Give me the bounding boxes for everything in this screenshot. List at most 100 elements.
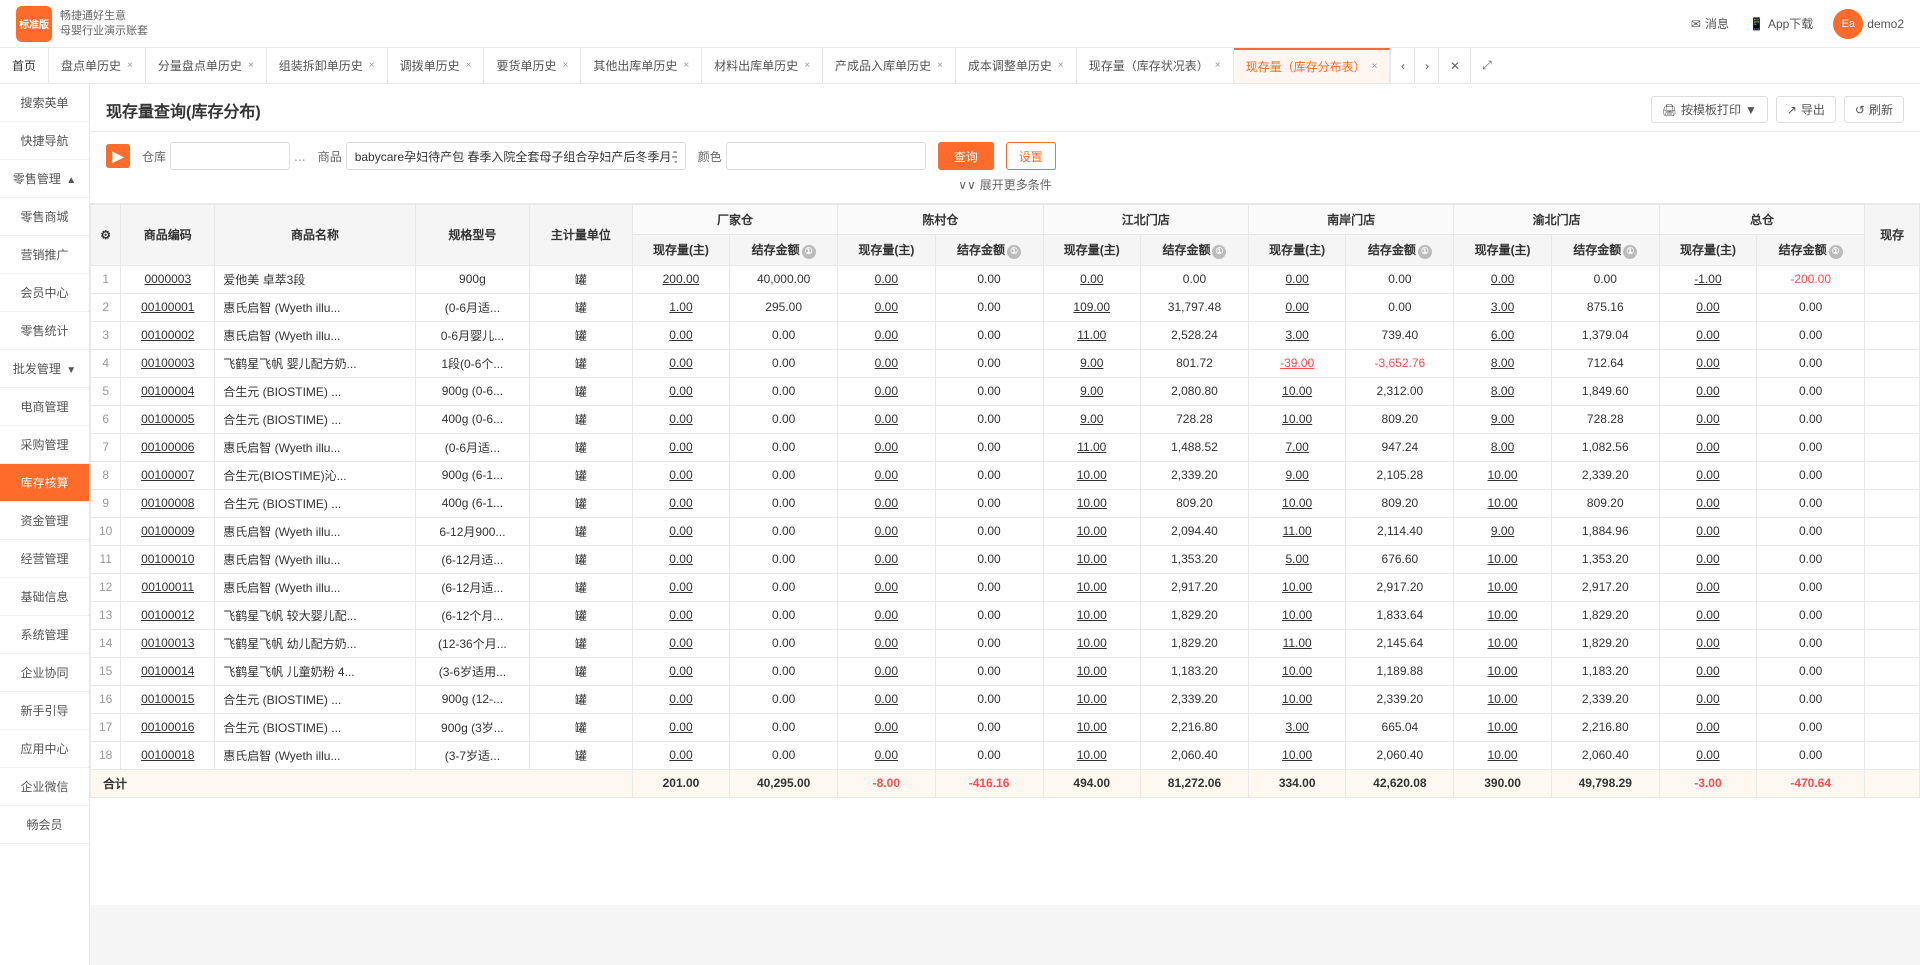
nav-expand-btn[interactable]: ⤢: [1470, 48, 1502, 84]
close-icon[interactable]: ×: [937, 60, 943, 71]
c5-amt: 1,849.60: [1551, 377, 1659, 405]
close-icon[interactable]: ×: [562, 60, 568, 71]
sidebar-item-wechat[interactable]: 企业微信: [0, 768, 89, 806]
th-c5-amt: 结存金额①: [1551, 235, 1659, 266]
c3-amt: 2,339.20: [1140, 461, 1248, 489]
sidebar-item-retail-mgmt[interactable]: 零售管理 ▲: [0, 160, 89, 198]
sidebar-item-operations[interactable]: 经营管理: [0, 540, 89, 578]
tab-stock-distribution[interactable]: 现存量（库存分布表） ×: [1234, 48, 1391, 84]
sidebar-item-system[interactable]: 系统管理: [0, 616, 89, 654]
goods-input[interactable]: [346, 142, 686, 170]
c6-amt: 0.00: [1757, 405, 1865, 433]
sidebar-item-ecommerce[interactable]: 电商管理: [0, 388, 89, 426]
c4-amt: 2,145.64: [1346, 629, 1454, 657]
sidebar-item-guide[interactable]: 新手引导: [0, 692, 89, 730]
th-c5-qty: 现存量(主): [1454, 235, 1551, 266]
c5-amt: 2,339.20: [1551, 685, 1659, 713]
close-icon[interactable]: ×: [804, 60, 810, 71]
product-name: 爱他美 卓萃3段: [215, 265, 416, 293]
extra: [1865, 657, 1920, 685]
expand-conditions-btn[interactable]: ∨∨ 展开更多条件: [106, 176, 1904, 193]
tab-material-outbound[interactable]: 材料出库单历史 ×: [702, 48, 823, 84]
tab-other-outbound[interactable]: 其他出库单历史 ×: [581, 48, 702, 84]
c1-amt: 295.00: [730, 293, 838, 321]
tab-stock-status[interactable]: 现存量（库存状况表） ×: [1077, 48, 1234, 84]
table-container[interactable]: ⚙ 商品编码 商品名称 规格型号 主计量单位 厂家仓 陈村仓 江北门店 南岸门店…: [90, 204, 1920, 905]
tab-home[interactable]: 首页: [0, 48, 49, 84]
info-icon[interactable]: ①: [1212, 245, 1226, 259]
sidebar-item-search[interactable]: 搜索英单: [0, 84, 89, 122]
info-icon[interactable]: ①: [1829, 245, 1843, 259]
close-icon[interactable]: ×: [1215, 60, 1221, 71]
warehouse-input[interactable]: [170, 142, 290, 170]
sidebar-item-quicknav[interactable]: 快捷导航: [0, 122, 89, 160]
tab-finished-inbound[interactable]: 产成品入库单历史 ×: [823, 48, 956, 84]
row-number: 13: [91, 601, 121, 629]
c1-amt: 0.00: [730, 629, 838, 657]
info-icon[interactable]: ①: [1418, 245, 1432, 259]
product-spec: (6-12月适...: [415, 545, 529, 573]
extra: [1865, 405, 1920, 433]
c2-amt: 0.00: [935, 741, 1043, 769]
close-icon[interactable]: ×: [248, 60, 254, 71]
color-input[interactable]: [726, 142, 926, 170]
filter-toggle-btn[interactable]: ▶: [106, 144, 130, 168]
th-unit: 主计量单位: [530, 205, 633, 266]
sidebar-item-basic[interactable]: 基础信息: [0, 578, 89, 616]
tab-assembly[interactable]: 组装拆卸单历史 ×: [267, 48, 388, 84]
app-download-btn[interactable]: 📱 App下载: [1749, 15, 1813, 32]
sidebar-item-finance[interactable]: 资金管理: [0, 502, 89, 540]
c2-amt: 0.00: [935, 629, 1043, 657]
sidebar-item-member[interactable]: 会员中心: [0, 274, 89, 312]
c4-amt: 2,339.20: [1346, 685, 1454, 713]
info-icon[interactable]: ①: [802, 245, 816, 259]
sidebar-item-retail-stats[interactable]: 零售统计: [0, 312, 89, 350]
sidebar-item-member2[interactable]: 畅会员: [0, 806, 89, 844]
query-btn[interactable]: 查询: [938, 142, 994, 170]
extra: [1865, 461, 1920, 489]
product-spec: 900g (0-6...: [415, 377, 529, 405]
info-icon[interactable]: ①: [1623, 245, 1637, 259]
c3-qty: 10.00: [1043, 601, 1140, 629]
settings-btn[interactable]: 设置: [1006, 142, 1056, 170]
sidebar-item-wholesale[interactable]: 批发管理 ▼: [0, 350, 89, 388]
c6-amt: 0.00: [1757, 685, 1865, 713]
nav-prev-arrow[interactable]: ‹: [1390, 48, 1414, 84]
nav-next-arrow[interactable]: ›: [1414, 48, 1438, 84]
row-number: 7: [91, 433, 121, 461]
close-all-btn[interactable]: ✕: [1438, 48, 1470, 84]
sidebar-item-retail-mall[interactable]: 零售商城: [0, 198, 89, 236]
c4-amt: 739.40: [1346, 321, 1454, 349]
export-btn[interactable]: ↗ 导出: [1776, 96, 1836, 123]
product-unit: 罐: [530, 349, 633, 377]
sidebar-item-stock[interactable]: 库存核算: [0, 464, 89, 502]
close-icon[interactable]: ×: [127, 60, 133, 71]
user-area[interactable]: Ea demo2: [1833, 9, 1904, 39]
sidebar-item-purchase[interactable]: 采购管理: [0, 426, 89, 464]
tab-inventory-check[interactable]: 盘点单历史 ×: [49, 48, 146, 84]
sidebar-item-collab[interactable]: 企业协同: [0, 654, 89, 692]
tab-requisition[interactable]: 要货单历史 ×: [484, 48, 581, 84]
refresh-btn[interactable]: ↺ 刷新: [1844, 96, 1904, 123]
c5-qty: 10.00: [1454, 741, 1551, 769]
tab-transfer[interactable]: 调拨单历史 ×: [388, 48, 485, 84]
sidebar-item-marketing[interactable]: 营销推广: [0, 236, 89, 274]
close-icon[interactable]: ×: [683, 60, 689, 71]
close-icon[interactable]: ×: [369, 60, 375, 71]
th-yubei-store: 渝北门店: [1454, 205, 1659, 235]
message-btn[interactable]: ✉ 消息: [1691, 15, 1729, 32]
tab-partial-check[interactable]: 分量盘点单历史 ×: [146, 48, 267, 84]
row-number: 1: [91, 265, 121, 293]
product-spec: 1段(0-6个...: [415, 349, 529, 377]
c3-amt: 1,183.20: [1140, 657, 1248, 685]
sidebar-item-appstore[interactable]: 应用中心: [0, 730, 89, 768]
close-icon[interactable]: ×: [466, 60, 472, 71]
c4-qty: -39.00: [1248, 349, 1345, 377]
info-icon[interactable]: ①: [1007, 245, 1021, 259]
extra: [1865, 545, 1920, 573]
print-btn[interactable]: 🖨 按模板打印 ▼: [1651, 96, 1768, 123]
c3-qty: 10.00: [1043, 489, 1140, 517]
tab-cost-adjust[interactable]: 成本调整单历史 ×: [956, 48, 1077, 84]
close-icon[interactable]: ×: [1372, 61, 1378, 72]
close-icon[interactable]: ×: [1058, 60, 1064, 71]
